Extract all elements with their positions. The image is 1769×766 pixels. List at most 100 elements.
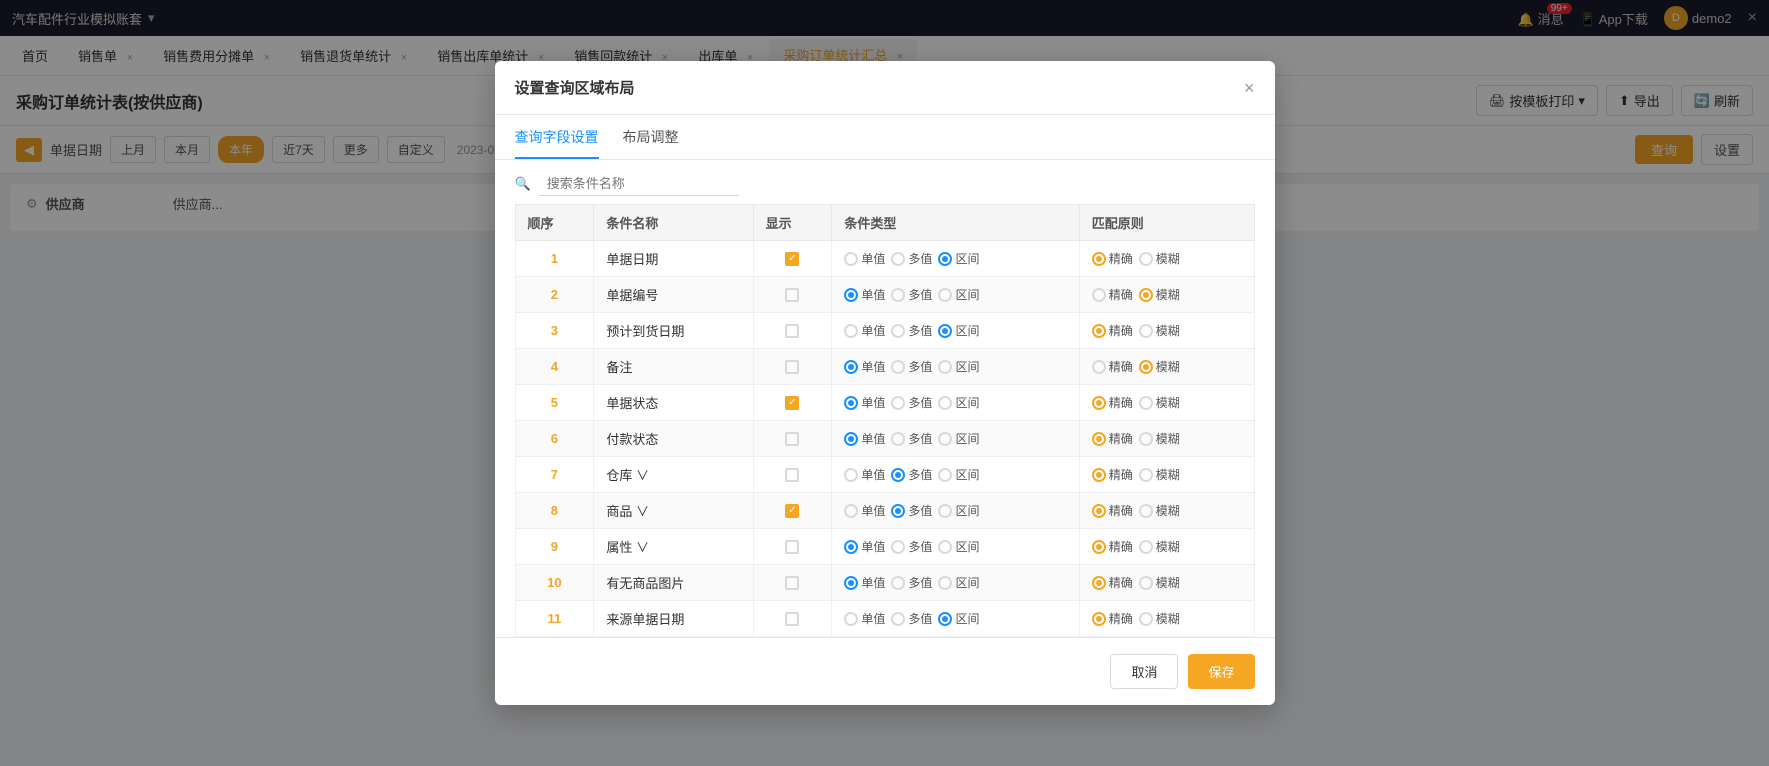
- show-checkbox[interactable]: [785, 432, 799, 446]
- table-row: 11来源单据日期单值多值区间精确模糊: [515, 601, 1254, 637]
- type-radio-item[interactable]: 多值: [891, 466, 932, 483]
- type-radio-item[interactable]: 多值: [891, 394, 932, 411]
- type-radio-item[interactable]: 区间: [938, 394, 979, 411]
- radio-circle-icon: [1092, 360, 1106, 374]
- show-cell[interactable]: [753, 421, 832, 457]
- type-radio-item[interactable]: 多值: [891, 358, 932, 375]
- match-radio-item[interactable]: 精确: [1092, 394, 1133, 411]
- match-radio-item[interactable]: 模糊: [1139, 358, 1180, 375]
- show-checkbox[interactable]: [785, 252, 799, 266]
- type-radio-item[interactable]: 多值: [891, 502, 932, 519]
- cancel-button[interactable]: 取消: [1110, 654, 1178, 689]
- type-radio-item[interactable]: 单值: [844, 358, 885, 375]
- radio-circle-icon: [938, 504, 952, 518]
- match-radio-item[interactable]: 精确: [1092, 286, 1133, 303]
- match-radio-item[interactable]: 模糊: [1139, 430, 1180, 447]
- type-radio-item[interactable]: 区间: [938, 250, 979, 267]
- name-cell: 仓库 ∨: [594, 457, 753, 493]
- match-radio-item[interactable]: 精确: [1092, 538, 1133, 555]
- show-checkbox[interactable]: [785, 360, 799, 374]
- show-checkbox[interactable]: [785, 468, 799, 482]
- type-radio-item[interactable]: 多值: [891, 322, 932, 339]
- radio-label: 精确: [1109, 250, 1133, 267]
- show-checkbox[interactable]: [785, 612, 799, 626]
- radio-circle-icon: [1139, 540, 1153, 554]
- show-checkbox[interactable]: [785, 540, 799, 554]
- radio-circle-icon: [891, 468, 905, 482]
- radio-label: 区间: [955, 538, 979, 555]
- type-radio-item[interactable]: 区间: [938, 538, 979, 555]
- radio-circle-icon: [1139, 324, 1153, 338]
- order-cell: 4: [515, 349, 594, 385]
- type-radio-item[interactable]: 单值: [844, 610, 885, 627]
- show-cell[interactable]: [753, 349, 832, 385]
- match-radio-item[interactable]: 模糊: [1139, 466, 1180, 483]
- type-radio-item[interactable]: 区间: [938, 466, 979, 483]
- match-radio-item[interactable]: 模糊: [1139, 286, 1180, 303]
- match-radio-item[interactable]: 精确: [1092, 430, 1133, 447]
- show-checkbox[interactable]: [785, 324, 799, 338]
- match-radio-item[interactable]: 精确: [1092, 610, 1133, 627]
- type-radio-item[interactable]: 单值: [844, 430, 885, 447]
- type-radio-item[interactable]: 区间: [938, 610, 979, 627]
- match-radio-item[interactable]: 模糊: [1139, 502, 1180, 519]
- match-radio-item[interactable]: 精确: [1092, 502, 1133, 519]
- settings-dialog: 设置查询区域布局 × 查询字段设置 布局调整 🔍 顺序 条件名称 显示 条件类型: [495, 61, 1275, 705]
- type-radio-item[interactable]: 单值: [844, 466, 885, 483]
- match-radio-item[interactable]: 精确: [1092, 322, 1133, 339]
- type-radio-item[interactable]: 区间: [938, 286, 979, 303]
- type-radio-item[interactable]: 区间: [938, 502, 979, 519]
- type-radio-item[interactable]: 多值: [891, 250, 932, 267]
- type-cell: 单值多值区间: [832, 277, 1079, 313]
- modal-overlay: 设置查询区域布局 × 查询字段设置 布局调整 🔍 顺序 条件名称 显示 条件类型: [0, 0, 1769, 766]
- show-cell[interactable]: [753, 385, 832, 421]
- type-radio-item[interactable]: 区间: [938, 574, 979, 591]
- match-radio-item[interactable]: 模糊: [1139, 250, 1180, 267]
- match-radio-item[interactable]: 精确: [1092, 358, 1133, 375]
- show-checkbox[interactable]: [785, 576, 799, 590]
- match-radio-item[interactable]: 精确: [1092, 574, 1133, 591]
- tab-query-fields[interactable]: 查询字段设置: [515, 127, 599, 159]
- radio-circle-icon: [1139, 288, 1153, 302]
- match-radio-item[interactable]: 模糊: [1139, 394, 1180, 411]
- show-checkbox[interactable]: [785, 288, 799, 302]
- type-radio-item[interactable]: 单值: [844, 250, 885, 267]
- show-cell[interactable]: [753, 529, 832, 565]
- radio-circle-icon: [1139, 396, 1153, 410]
- match-radio-item[interactable]: 模糊: [1139, 538, 1180, 555]
- condition-search-input[interactable]: [539, 172, 739, 196]
- show-cell[interactable]: [753, 565, 832, 601]
- type-radio-item[interactable]: 多值: [891, 286, 932, 303]
- show-cell[interactable]: [753, 313, 832, 349]
- type-radio-item[interactable]: 区间: [938, 430, 979, 447]
- order-cell: 5: [515, 385, 594, 421]
- radio-label: 多值: [908, 322, 932, 339]
- show-cell[interactable]: [753, 241, 832, 277]
- show-cell[interactable]: [753, 601, 832, 637]
- show-checkbox[interactable]: [785, 396, 799, 410]
- type-radio-item[interactable]: 单值: [844, 502, 885, 519]
- type-radio-item[interactable]: 多值: [891, 610, 932, 627]
- match-radio-item[interactable]: 模糊: [1139, 610, 1180, 627]
- match-radio-item[interactable]: 精确: [1092, 466, 1133, 483]
- type-radio-item[interactable]: 单值: [844, 394, 885, 411]
- show-cell[interactable]: [753, 277, 832, 313]
- type-radio-item[interactable]: 单值: [844, 322, 885, 339]
- match-radio-item[interactable]: 模糊: [1139, 322, 1180, 339]
- type-radio-item[interactable]: 单值: [844, 538, 885, 555]
- type-radio-item[interactable]: 多值: [891, 430, 932, 447]
- show-checkbox[interactable]: [785, 504, 799, 518]
- type-radio-item[interactable]: 单值: [844, 574, 885, 591]
- match-radio-item[interactable]: 精确: [1092, 250, 1133, 267]
- dialog-close-button[interactable]: ×: [1244, 79, 1255, 97]
- tab-layout-adjust[interactable]: 布局调整: [623, 127, 679, 159]
- save-button[interactable]: 保存: [1188, 654, 1254, 689]
- type-radio-item[interactable]: 多值: [891, 538, 932, 555]
- show-cell[interactable]: [753, 493, 832, 529]
- type-radio-item[interactable]: 单值: [844, 286, 885, 303]
- type-radio-item[interactable]: 区间: [938, 322, 979, 339]
- type-radio-item[interactable]: 区间: [938, 358, 979, 375]
- match-radio-item[interactable]: 模糊: [1139, 574, 1180, 591]
- show-cell[interactable]: [753, 457, 832, 493]
- type-radio-item[interactable]: 多值: [891, 574, 932, 591]
